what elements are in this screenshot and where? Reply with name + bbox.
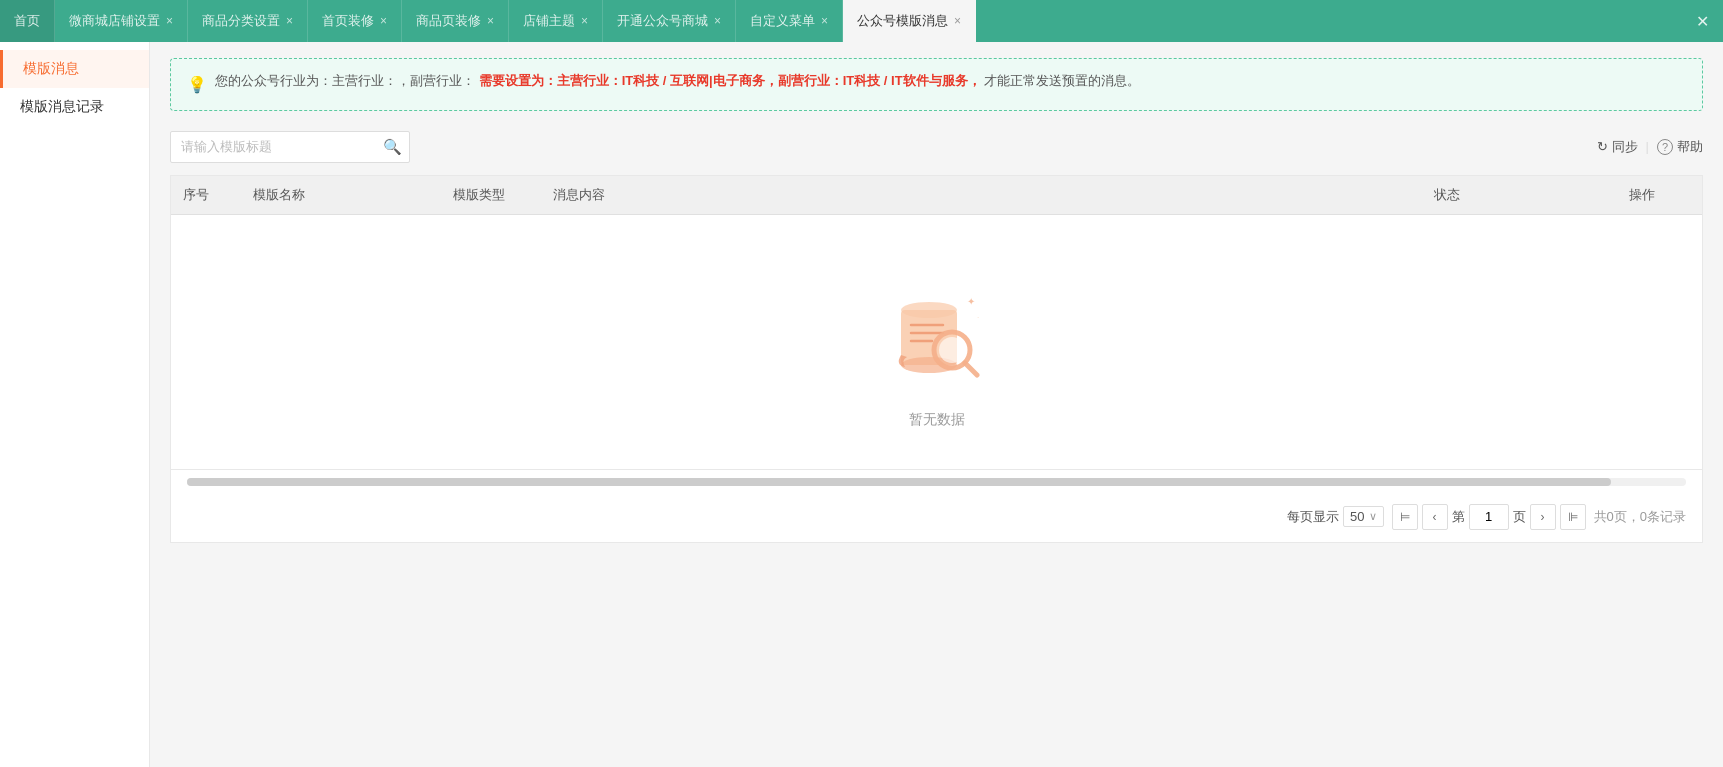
sidebar: 模版消息 模版消息记录: [0, 42, 150, 767]
th-content: 消息内容: [541, 176, 1422, 214]
tab-shop-settings[interactable]: 微商城店铺设置 ×: [55, 0, 188, 42]
tab-template-message-label: 公众号模版消息: [857, 12, 948, 30]
tab-home[interactable]: 首页: [0, 0, 55, 42]
sidebar-item-template-message-records-label: 模版消息记录: [20, 98, 104, 114]
search-input[interactable]: [170, 131, 410, 163]
tab-home-decoration-close[interactable]: ×: [380, 15, 387, 27]
tab-product-decoration-label: 商品页装修: [416, 12, 481, 30]
page-size-select: 每页显示 50 ∨: [1287, 506, 1383, 527]
tab-store-theme-close[interactable]: ×: [581, 15, 588, 27]
tab-home-label: 首页: [14, 12, 40, 30]
table-header: 序号 模版名称 模版类型 消息内容 状态 操作: [171, 176, 1702, 215]
svg-text:·: ·: [977, 313, 979, 322]
tab-category-settings[interactable]: 商品分类设置 ×: [188, 0, 308, 42]
page-size-label: 每页显示: [1287, 508, 1339, 526]
tab-bar: 首页 微商城店铺设置 × 商品分类设置 × 首页装修 × 商品页装修 × 店铺主…: [0, 0, 1723, 42]
tab-custom-menu[interactable]: 自定义菜单 ×: [736, 0, 843, 42]
help-button[interactable]: ? 帮助: [1657, 138, 1703, 156]
chevron-down-icon: ∨: [1369, 510, 1377, 523]
svg-line-8: [965, 363, 977, 375]
page-size-dropdown[interactable]: 50 ∨: [1343, 506, 1383, 527]
search-button[interactable]: 🔍: [383, 138, 402, 156]
page-number-input[interactable]: [1469, 504, 1509, 530]
th-status: 状态: [1422, 176, 1582, 214]
toolbar-right: ↻ 同步 | ? 帮助: [1597, 138, 1703, 156]
search-bar: 🔍 ↻ 同步 | ? 帮助: [170, 131, 1703, 163]
th-name: 模版名称: [241, 176, 441, 214]
tab-home-decoration-label: 首页装修: [322, 12, 374, 30]
pagination: 每页显示 50 ∨ ⊨ ‹ 第 页 › ⊫ 共0页，0条记录: [171, 494, 1702, 542]
notice-suffix: 才能正常发送预置的消息。: [984, 73, 1140, 88]
th-action: 操作: [1582, 176, 1702, 214]
prev-page-button[interactable]: ‹: [1422, 504, 1448, 530]
page-navigation: ⊨ ‹ 第 页 › ⊫: [1392, 504, 1586, 530]
notice-icon: 💡: [187, 72, 207, 98]
empty-illustration: ✦ ·: [877, 275, 997, 395]
tab-template-message-close[interactable]: ×: [954, 15, 961, 27]
scroll-track-wrap: [171, 469, 1702, 494]
help-icon: ?: [1657, 139, 1673, 155]
tab-open-mall[interactable]: 开通公众号商城 ×: [603, 0, 736, 42]
toolbar-divider: |: [1646, 139, 1649, 154]
sidebar-item-template-message-records[interactable]: 模版消息记录: [0, 88, 149, 126]
tab-product-decoration-close[interactable]: ×: [487, 15, 494, 27]
tab-template-message[interactable]: 公众号模版消息 ×: [843, 0, 976, 42]
notice-text: 您的公众号行业为：主营行业：，副营行业： 需要设置为：主营行业：IT科技 / 互…: [215, 71, 1140, 92]
tab-shop-settings-close[interactable]: ×: [166, 15, 173, 27]
tab-shop-settings-label: 微商城店铺设置: [69, 12, 160, 30]
tab-home-decoration[interactable]: 首页装修 ×: [308, 0, 402, 42]
svg-point-7: [939, 337, 965, 363]
sync-button[interactable]: ↻ 同步: [1597, 138, 1638, 156]
notice-prefix: 您的公众号行业为：主营行业：，副营行业：: [215, 73, 475, 88]
first-page-button[interactable]: ⊨: [1392, 504, 1418, 530]
help-label: 帮助: [1677, 138, 1703, 156]
tab-open-mall-close[interactable]: ×: [714, 15, 721, 27]
tab-category-settings-label: 商品分类设置: [202, 12, 280, 30]
page-label: 第: [1452, 508, 1465, 526]
last-page-button[interactable]: ⊫: [1560, 504, 1586, 530]
sync-label: 同步: [1612, 138, 1638, 156]
tab-open-mall-label: 开通公众号商城: [617, 12, 708, 30]
tab-custom-menu-close[interactable]: ×: [821, 15, 828, 27]
sync-icon: ↻: [1597, 139, 1608, 154]
search-input-wrap: 🔍: [170, 131, 410, 163]
scroll-track[interactable]: [187, 478, 1686, 486]
page-suffix: 页: [1513, 508, 1526, 526]
svg-text:✦: ✦: [967, 296, 975, 307]
tab-store-theme[interactable]: 店铺主题 ×: [509, 0, 603, 42]
page-total-info: 共0页，0条记录: [1594, 508, 1686, 526]
empty-text: 暂无数据: [909, 411, 965, 429]
tab-category-settings-close[interactable]: ×: [286, 15, 293, 27]
sidebar-item-template-message[interactable]: 模版消息: [0, 50, 149, 88]
notice-highlight: 需要设置为：主营行业：IT科技 / 互联网|电子商务，副营行业：IT科技 / I…: [479, 73, 981, 88]
notice-box: 💡 您的公众号行业为：主营行业：，副营行业： 需要设置为：主营行业：IT科技 /…: [170, 58, 1703, 111]
th-seq: 序号: [171, 176, 241, 214]
tab-product-decoration[interactable]: 商品页装修 ×: [402, 0, 509, 42]
page-size-value: 50: [1350, 509, 1364, 524]
scroll-thumb[interactable]: [187, 478, 1611, 486]
empty-state: ✦ · 暂无数据: [171, 215, 1702, 469]
content-area: 💡 您的公众号行业为：主营行业：，副营行业： 需要设置为：主营行业：IT科技 /…: [150, 42, 1723, 767]
tab-bar-close-all[interactable]: ✕: [1682, 12, 1723, 31]
data-table: 序号 模版名称 模版类型 消息内容 状态 操作: [170, 175, 1703, 543]
tab-store-theme-label: 店铺主题: [523, 12, 575, 30]
th-type: 模版类型: [441, 176, 541, 214]
main-layout: 模版消息 模版消息记录 💡 您的公众号行业为：主营行业：，副营行业： 需要设置为…: [0, 42, 1723, 767]
next-page-button[interactable]: ›: [1530, 504, 1556, 530]
sidebar-item-template-message-label: 模版消息: [23, 60, 79, 76]
tab-custom-menu-label: 自定义菜单: [750, 12, 815, 30]
